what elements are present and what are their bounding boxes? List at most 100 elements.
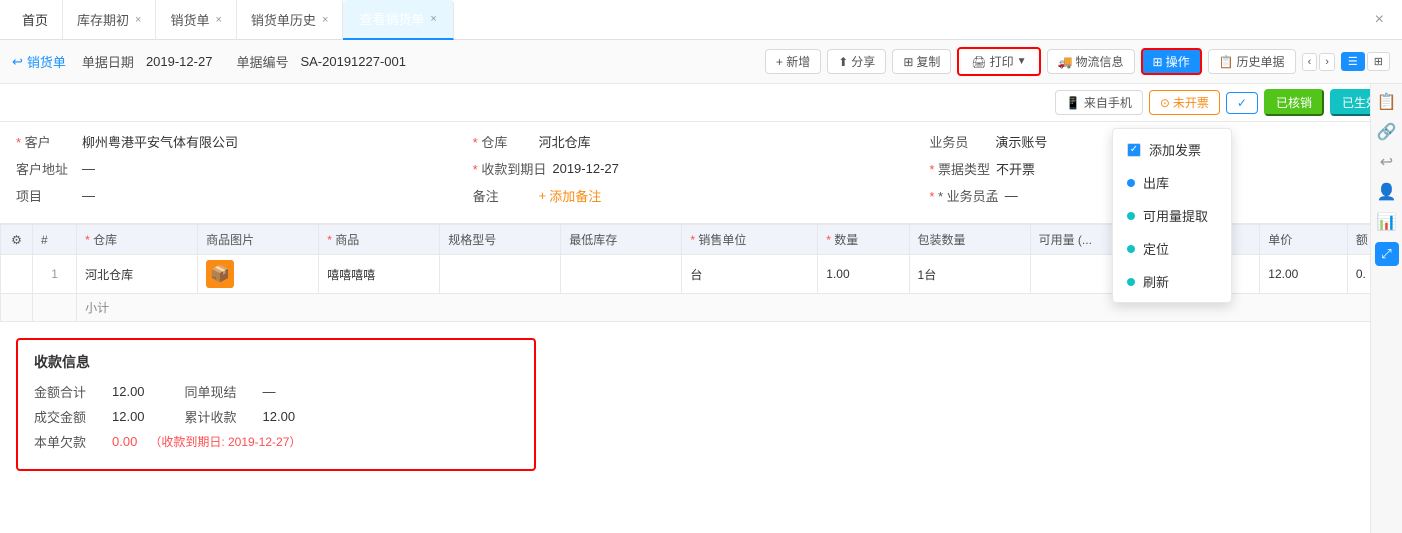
print-label: 打印 bbox=[990, 53, 1014, 70]
tab-view-sales[interactable]: 查看销货单 × bbox=[343, 0, 453, 40]
product-img-icon: 📦 bbox=[210, 264, 230, 284]
tab-sales-order[interactable]: 销货单 × bbox=[156, 0, 236, 40]
summary-row-3: 本单欠款 0.00 （收款到期日: 2019-12-27） bbox=[34, 432, 518, 451]
new-button[interactable]: + 新增 bbox=[765, 49, 821, 74]
close-all-button[interactable]: × bbox=[1365, 11, 1394, 29]
warehouse-label: 仓库 bbox=[473, 132, 533, 151]
sidebar-icon-2[interactable]: 🔗 bbox=[1377, 122, 1397, 142]
nav-prev-button[interactable]: ‹ bbox=[1302, 53, 1318, 71]
locate-icon bbox=[1127, 245, 1135, 253]
tab-inventory-init[interactable]: 库存期初 × bbox=[63, 0, 156, 40]
summary-row-2: 成交金额 12.00 累计收款 12.00 bbox=[34, 407, 518, 426]
col-spec: 规格型号 bbox=[440, 225, 561, 255]
add-note-label: 添加备注 bbox=[549, 186, 601, 205]
sidebar-icon-4[interactable]: 👤 bbox=[1377, 182, 1397, 202]
print-button[interactable]: 🖨 打印 ▼ bbox=[961, 50, 1036, 73]
tab-inventory-close[interactable]: × bbox=[135, 14, 141, 26]
view-buttons: ☰ ⊞ bbox=[1341, 52, 1390, 71]
tab-sales-history[interactable]: 销货单历史 × bbox=[237, 0, 343, 40]
cell-unit: 台 bbox=[682, 255, 818, 294]
col-min-stock: 最低库存 bbox=[561, 225, 682, 255]
col-settings[interactable]: ⚙ bbox=[1, 225, 33, 255]
sidebar-special-icon[interactable]: ⤢ bbox=[1375, 242, 1399, 266]
operations-button[interactable]: ⊞ 操作 bbox=[1141, 48, 1202, 75]
warehouse-value: 河北仓库 bbox=[539, 132, 591, 151]
address-value: — bbox=[82, 161, 95, 176]
copy-button[interactable]: ⊞ 复制 bbox=[892, 49, 951, 74]
warehouse-field: 仓库 河北仓库 bbox=[473, 132, 930, 151]
tab-home[interactable]: 首页 bbox=[8, 0, 63, 40]
deal-amount-label: 成交金额 bbox=[34, 407, 104, 426]
history-button[interactable]: 📋 历史单据 bbox=[1208, 49, 1296, 74]
address-field: 客户地址 — bbox=[16, 159, 473, 178]
staff-label: 业务员 bbox=[929, 132, 989, 151]
deal-amount-value: 12.00 bbox=[112, 409, 145, 424]
cell-spec bbox=[440, 255, 561, 294]
sidebar-icon-3[interactable]: ↩ bbox=[1380, 152, 1393, 172]
col-product: * 商品 bbox=[319, 225, 440, 255]
outbound-label: 出库 bbox=[1143, 173, 1169, 192]
operations-icon: ⊞ bbox=[1153, 55, 1163, 69]
staff-value: 演示账号 bbox=[995, 132, 1047, 151]
not-open-button[interactable]: ⊙ 未开票 bbox=[1149, 90, 1220, 115]
print-dropdown-arrow: ▼ bbox=[1017, 56, 1027, 67]
tab-view-sales-close[interactable]: × bbox=[430, 13, 436, 25]
sidebar-icon-5[interactable]: 📊 bbox=[1377, 212, 1397, 232]
doc-type: ↩ 销货单 bbox=[12, 52, 66, 71]
dropdown-outbound[interactable]: 出库 bbox=[1113, 166, 1231, 199]
address-label: 客户地址 bbox=[16, 159, 76, 178]
col-product-img: 商品图片 bbox=[198, 225, 319, 255]
not-open-label: 未开票 bbox=[1173, 94, 1209, 111]
available-qty-label: 可用量提取 bbox=[1143, 206, 1208, 225]
main-content: ↩ 销货单 单据日期 2019-12-27 单据编号 SA-20191227-0… bbox=[0, 40, 1402, 533]
logistics-label: 物流信息 bbox=[1076, 53, 1124, 70]
owe-label: 本单欠款 bbox=[34, 432, 104, 451]
cell-pkg-qty: 1台 bbox=[909, 255, 1030, 294]
col-warehouse: * 仓库 bbox=[77, 225, 198, 255]
tab-bar: 首页 库存期初 × 销货单 × 销货单历史 × 查看销货单 × × bbox=[0, 0, 1402, 40]
due-date-label: 收款到期日 bbox=[473, 159, 547, 178]
dropdown-locate[interactable]: 定位 bbox=[1113, 232, 1231, 265]
customer-field: 客户 柳州粤港平安气体有限公司 bbox=[16, 132, 473, 151]
ticket-type-value: 不开票 bbox=[996, 159, 1035, 178]
subtotal-empty2 bbox=[33, 294, 77, 322]
tab-history-close[interactable]: × bbox=[322, 14, 328, 26]
status-bar: 📱 来自手机 ⊙ 未开票 ✓ 已核销 已生效 bbox=[0, 84, 1402, 122]
total-label: 金额合计 bbox=[34, 382, 104, 401]
doc-type-label-text: 销货单 bbox=[27, 52, 66, 71]
dropdown-refresh[interactable]: 刷新 bbox=[1113, 265, 1231, 298]
view-list-button[interactable]: ☰ bbox=[1341, 52, 1365, 71]
sidebar-icon-1[interactable]: 📋 bbox=[1377, 92, 1397, 112]
total-item: 金额合计 12.00 bbox=[34, 382, 145, 401]
print-icon: 🖨 bbox=[971, 55, 986, 69]
share-button[interactable]: ⬆ 分享 bbox=[827, 49, 886, 74]
from-mobile-button[interactable]: 📱 来自手机 bbox=[1055, 90, 1143, 115]
cell-product-img: 📦 bbox=[198, 255, 319, 294]
copy-label: 复制 bbox=[916, 53, 940, 70]
col-num: # bbox=[33, 225, 77, 255]
confirm-button[interactable]: ✓ bbox=[1226, 92, 1258, 114]
salesperson-value: — bbox=[1005, 188, 1018, 203]
doc-number-label: 单据编号 bbox=[236, 52, 288, 71]
logistics-button[interactable]: 🚚 物流信息 bbox=[1047, 49, 1135, 74]
doc-header: ↩ 销货单 单据日期 2019-12-27 单据编号 SA-20191227-0… bbox=[0, 40, 1402, 84]
cell-price: 12.00 bbox=[1260, 255, 1348, 294]
doc-date-label: 单据日期 bbox=[82, 52, 134, 71]
add-note-button[interactable]: + 添加备注 bbox=[539, 186, 602, 205]
cumulative-label: 累计收款 bbox=[185, 407, 255, 426]
cell-num: 1 bbox=[33, 255, 77, 294]
summary-title: 收款信息 bbox=[34, 352, 518, 372]
dropdown-available-qty[interactable]: 可用量提取 bbox=[1113, 199, 1231, 232]
from-mobile-label: 来自手机 bbox=[1084, 94, 1132, 111]
sold-out-button[interactable]: 已核销 bbox=[1264, 89, 1324, 116]
share-label: 分享 bbox=[851, 53, 875, 70]
dropdown-add-invoice[interactable]: 添加发票 bbox=[1113, 133, 1231, 166]
deal-amount-item: 成交金额 12.00 bbox=[34, 407, 145, 426]
summary-area: 收款信息 金额合计 12.00 同单现结 — 成交金额 12.00 累计收款 bbox=[0, 322, 1402, 487]
summary-box: 收款信息 金额合计 12.00 同单现结 — 成交金额 12.00 累计收款 bbox=[16, 338, 536, 471]
nav-arrows: ‹ › bbox=[1302, 53, 1335, 71]
mobile-icon: 📱 bbox=[1066, 96, 1081, 110]
tab-sales-close[interactable]: × bbox=[215, 14, 221, 26]
view-grid-button[interactable]: ⊞ bbox=[1367, 52, 1390, 71]
nav-next-button[interactable]: › bbox=[1319, 53, 1335, 71]
